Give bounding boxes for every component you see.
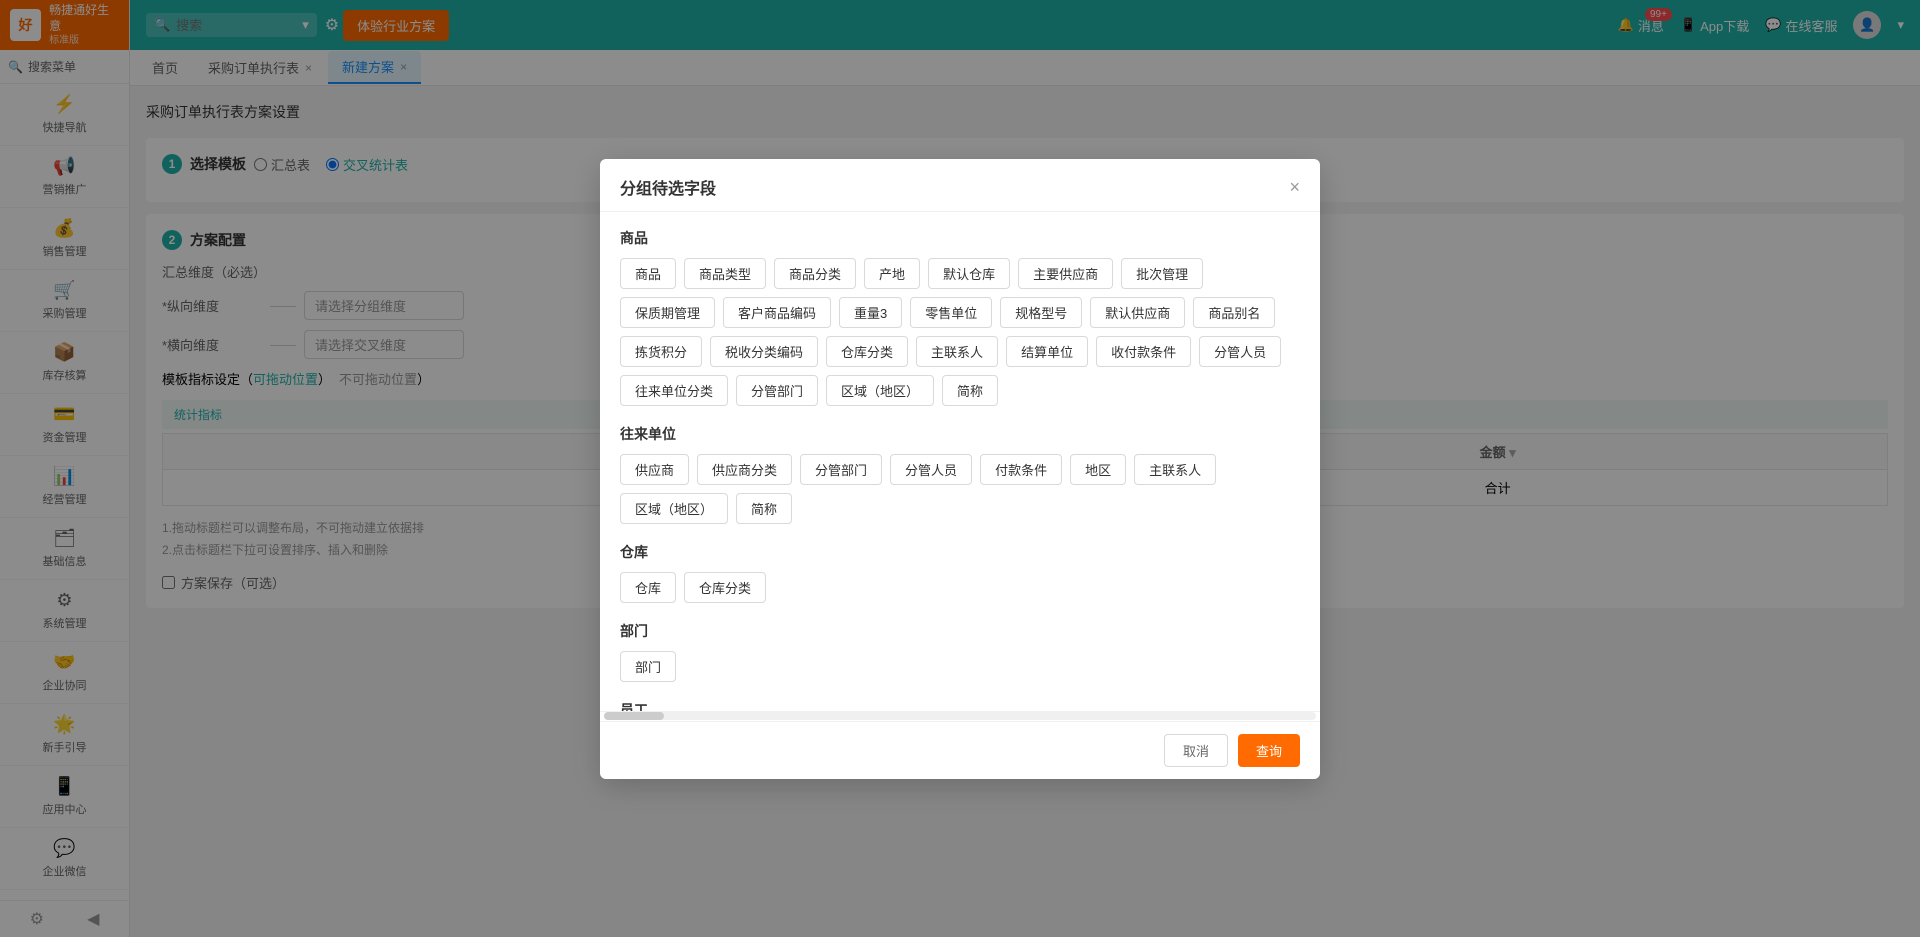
field-tag-规格型号[interactable]: 规格型号 <box>1000 297 1082 328</box>
field-tag-简称[interactable]: 简称 <box>942 375 998 406</box>
field-tag-仓库分类[interactable]: 仓库分类 <box>684 572 766 603</box>
dialog-header: 分组待选字段 × <box>600 159 1320 212</box>
field-group-title-department: 部门 <box>620 621 1300 641</box>
field-tag-默认仓库[interactable]: 默认仓库 <box>928 258 1010 289</box>
field-tag-往来单位分类[interactable]: 往来单位分类 <box>620 375 728 406</box>
field-tag-付款条件[interactable]: 付款条件 <box>980 454 1062 485</box>
field-tag-主要供应商[interactable]: 主要供应商 <box>1018 258 1113 289</box>
field-tag-结算单位[interactable]: 结算单位 <box>1006 336 1088 367</box>
field-tag-分管人员[interactable]: 分管人员 <box>890 454 972 485</box>
field-group-employee: 员工业务员 <box>620 700 1300 712</box>
field-tag-供应商分类[interactable]: 供应商分类 <box>697 454 792 485</box>
field-tag-简称[interactable]: 简称 <box>736 493 792 524</box>
field-tag-批次管理[interactable]: 批次管理 <box>1121 258 1203 289</box>
field-tag-分管人员[interactable]: 分管人员 <box>1199 336 1281 367</box>
field-tag-保质期管理[interactable]: 保质期管理 <box>620 297 715 328</box>
confirm-button[interactable]: 查询 <box>1238 734 1300 767</box>
field-group-warehouse: 仓库仓库仓库分类 <box>620 542 1300 603</box>
field-tags-partner: 供应商供应商分类分管部门分管人员付款条件地区主联系人区域（地区） 简称 <box>620 454 1300 524</box>
dialog-overlay: 分组待选字段 × 商品商品商品类型商品分类产地默认仓库主要供应商批次管理保质期管… <box>0 0 1920 937</box>
dialog-title: 分组待选字段 <box>620 175 716 199</box>
field-tags-warehouse: 仓库仓库分类 <box>620 572 1300 603</box>
field-tag-地区[interactable]: 地区 <box>1070 454 1126 485</box>
field-tag-税收分类编码[interactable]: 税收分类编码 <box>710 336 818 367</box>
field-tag-商品[interactable]: 商品 <box>620 258 676 289</box>
field-tag-部门[interactable]: 部门 <box>620 651 676 682</box>
dialog-body: 商品商品商品类型商品分类产地默认仓库主要供应商批次管理保质期管理客户商品编码重量… <box>600 212 1320 712</box>
field-tags-department: 部门 <box>620 651 1300 682</box>
field-tag-分管部门[interactable]: 分管部门 <box>800 454 882 485</box>
field-tags-goods: 商品商品类型商品分类产地默认仓库主要供应商批次管理保质期管理客户商品编码重量3 零… <box>620 258 1300 406</box>
cancel-button[interactable]: 取消 <box>1164 734 1228 767</box>
field-tag-分管部门[interactable]: 分管部门 <box>736 375 818 406</box>
field-tag-重量3[interactable]: 重量3 <box>839 297 902 328</box>
field-tag-商品类型[interactable]: 商品类型 <box>684 258 766 289</box>
field-group-goods: 商品商品商品类型商品分类产地默认仓库主要供应商批次管理保质期管理客户商品编码重量… <box>620 228 1300 406</box>
field-tag-零售单位[interactable]: 零售单位 <box>910 297 992 328</box>
field-group-title-goods: 商品 <box>620 228 1300 248</box>
field-tag-仓库分类[interactable]: 仓库分类 <box>826 336 908 367</box>
field-group-partner: 往来单位供应商供应商分类分管部门分管人员付款条件地区主联系人区域（地区） 简称 <box>620 424 1300 524</box>
field-tag-客户商品编码[interactable]: 客户商品编码 <box>723 297 831 328</box>
field-tag-仓库[interactable]: 仓库 <box>620 572 676 603</box>
field-tag-产地[interactable]: 产地 <box>864 258 920 289</box>
dialog-footer: 取消 查询 <box>600 721 1320 779</box>
field-tag-主联系人[interactable]: 主联系人 <box>916 336 998 367</box>
field-tag-商品分类[interactable]: 商品分类 <box>774 258 856 289</box>
field-select-dialog: 分组待选字段 × 商品商品商品类型商品分类产地默认仓库主要供应商批次管理保质期管… <box>600 159 1320 779</box>
field-tag-拣货积分[interactable]: 拣货积分 <box>620 336 702 367</box>
field-group-title-partner: 往来单位 <box>620 424 1300 444</box>
field-group-department: 部门部门 <box>620 621 1300 682</box>
field-tag-区域（地区）[interactable]: 区域（地区） <box>826 375 934 406</box>
field-tag-供应商[interactable]: 供应商 <box>620 454 689 485</box>
field-tag-区域（地区）[interactable]: 区域（地区） <box>620 493 728 524</box>
field-tag-默认供应商[interactable]: 默认供应商 <box>1090 297 1185 328</box>
field-group-title-employee: 员工 <box>620 700 1300 712</box>
field-tag-主联系人[interactable]: 主联系人 <box>1134 454 1216 485</box>
dialog-hscroll[interactable] <box>600 711 1320 720</box>
field-group-title-warehouse: 仓库 <box>620 542 1300 562</box>
dialog-close-btn[interactable]: × <box>1289 178 1300 196</box>
field-tag-收付款条件[interactable]: 收付款条件 <box>1096 336 1191 367</box>
field-tag-商品别名[interactable]: 商品别名 <box>1193 297 1275 328</box>
